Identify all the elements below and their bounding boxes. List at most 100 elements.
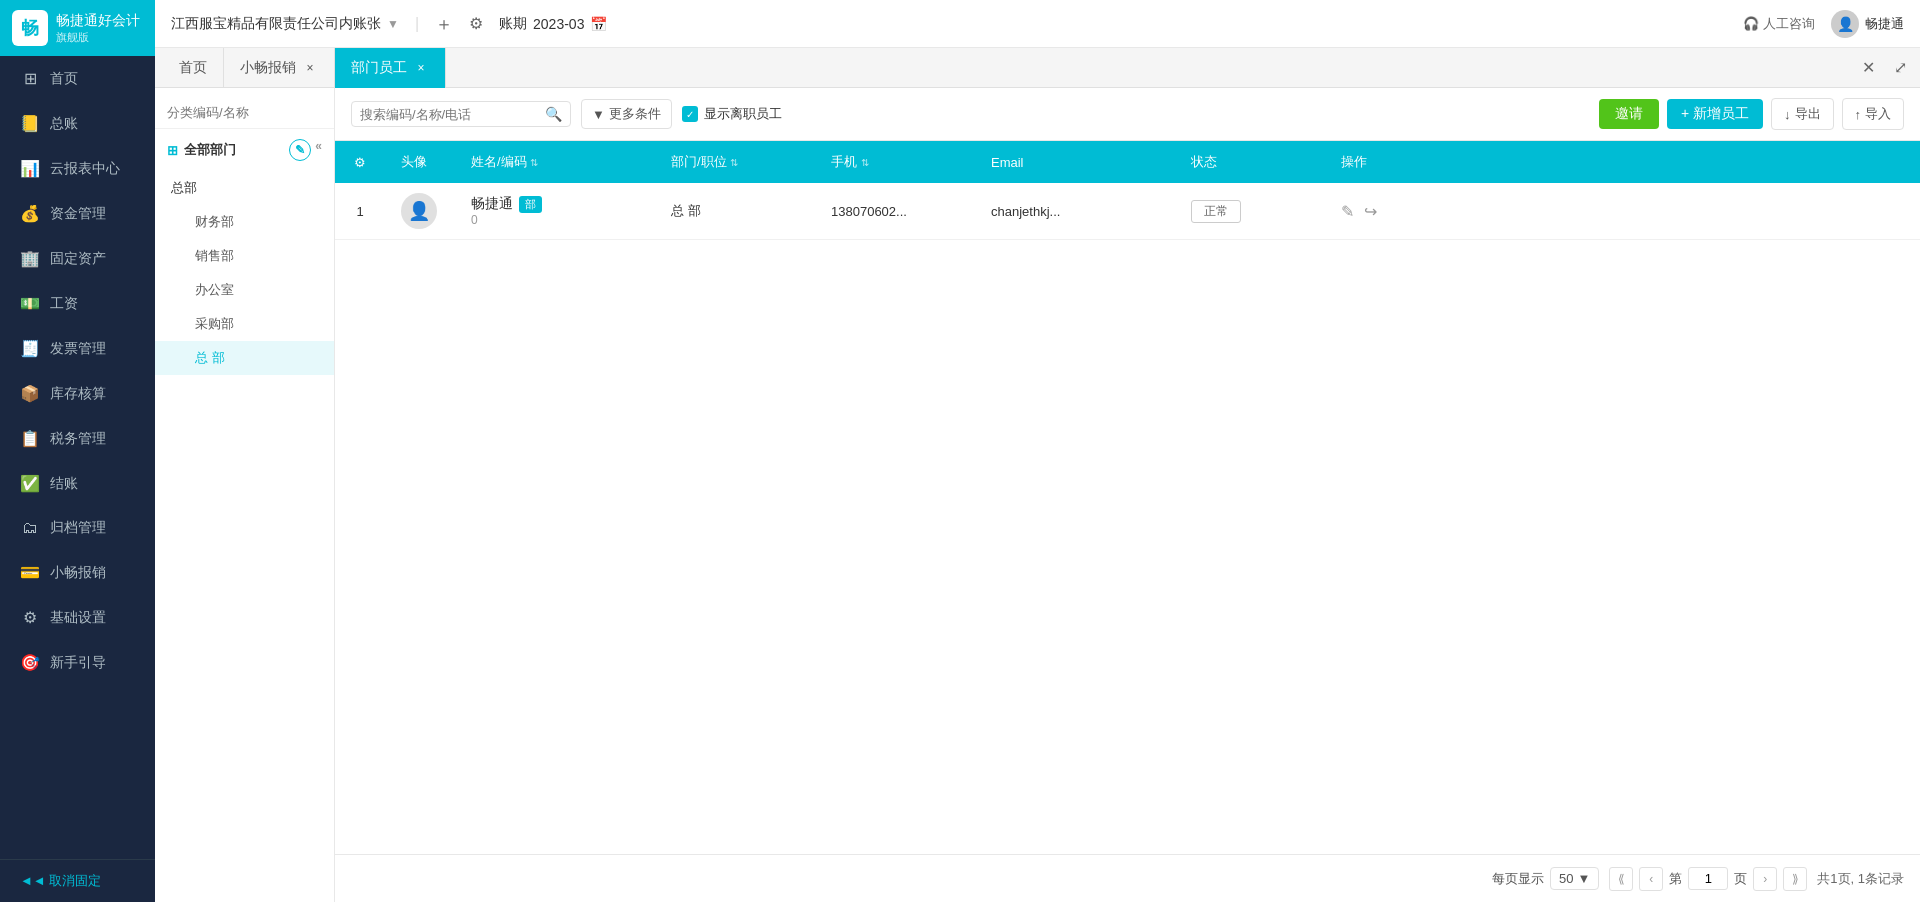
service-button[interactable]: 🎧 人工咨询 [1743, 15, 1815, 33]
name-sort-icon: ⇅ [530, 157, 538, 168]
employee-search-icon[interactable]: 🔍 [545, 106, 562, 122]
dept-edit-button[interactable]: ✎ [289, 139, 311, 161]
dept-item-general[interactable]: 总 部 [155, 341, 334, 375]
page-suffix: 页 [1734, 870, 1747, 888]
dept-collapse-button[interactable]: « [315, 139, 322, 161]
sidebar-nav: ⊞ 首页 📒 总账 📊 云报表中心 💰 资金管理 🏢 固定资产 💵 工资 🧾 发… [0, 56, 155, 859]
row-email: chanjethkj... [975, 183, 1175, 240]
dept-item-purchase[interactable]: 采购部 [155, 307, 334, 341]
sidebar-item-salary-label: 工资 [50, 295, 78, 313]
all-dept-header[interactable]: ⊞ 全部部门 ✎ « [155, 129, 334, 171]
show-resigned-checkbox[interactable]: ✓ [682, 106, 698, 122]
toolbar-right: 邀请 + 新增员工 ↓ 导出 ↑ 导入 [1599, 98, 1904, 130]
sidebar-item-tax-label: 税务管理 [50, 430, 106, 448]
dept-search-input[interactable] [167, 105, 335, 120]
page-input[interactable] [1688, 867, 1728, 890]
user-menu[interactable]: 👤 畅捷通 [1831, 10, 1904, 38]
logo-icon: 畅 [12, 10, 48, 46]
topbar-right: 🎧 人工咨询 👤 畅捷通 [1743, 10, 1904, 38]
more-filter-button[interactable]: ▼ 更多条件 [581, 99, 672, 129]
row-index: 1 [335, 183, 385, 240]
col-name[interactable]: 姓名/编码 ⇅ [455, 141, 655, 183]
first-page-button[interactable]: ⟪ [1609, 867, 1633, 891]
dept-item-finance[interactable]: 财务部 [155, 205, 334, 239]
sidebar-item-invoice[interactable]: 🧾 发票管理 [0, 326, 155, 371]
row-status: 正常 [1175, 183, 1325, 240]
col-dept[interactable]: 部门/职位 ⇅ [655, 141, 815, 183]
company-name: 江西服宝精品有限责任公司内账张 [171, 15, 381, 33]
username: 畅捷通 [1865, 15, 1904, 33]
sidebar-item-archive[interactable]: 🗂 归档管理 [0, 506, 155, 550]
tab-employees[interactable]: 部门员工 × [335, 48, 446, 88]
per-page-label: 每页显示 [1492, 870, 1544, 888]
dept-item-purchase-label: 采购部 [195, 315, 234, 333]
add-company-button[interactable]: ＋ [435, 12, 453, 36]
dept-item-sales[interactable]: 销售部 [155, 239, 334, 273]
settle-icon: ✅ [20, 474, 40, 493]
chevron-down-icon: ▼ [387, 17, 399, 31]
import-button[interactable]: ↑ 导入 [1842, 98, 1905, 130]
company-selector[interactable]: 江西服宝精品有限责任公司内账张 ▼ [171, 15, 399, 33]
tax-icon: 📋 [20, 429, 40, 448]
sidebar-item-capital[interactable]: 💰 资金管理 [0, 191, 155, 236]
last-page-button[interactable]: ⟫ [1783, 867, 1807, 891]
settings-button[interactable]: ⚙ [469, 14, 483, 33]
row-actions: ✎ ↪ [1325, 183, 1920, 240]
page-total: 共1页, 1条记录 [1817, 870, 1904, 888]
tab-close-all-button[interactable]: ✕ [1856, 56, 1880, 80]
edit-button[interactable]: ✎ [1341, 202, 1354, 221]
sidebar-item-xiaochang[interactable]: 💳 小畅报销 [0, 550, 155, 595]
sidebar-item-home-label: 首页 [50, 70, 78, 88]
all-dept-label: 全部部门 [184, 141, 236, 159]
tab-xiaochang-label: 小畅报销 [240, 59, 296, 77]
page-size-dropdown[interactable]: 50 ▼ [1550, 867, 1599, 890]
period-selector[interactable]: 账期 2023-03 📅 [499, 15, 607, 33]
sidebar-item-ledger[interactable]: 📒 总账 [0, 101, 155, 146]
sidebar-item-settings[interactable]: ⚙ 基础设置 [0, 595, 155, 640]
sidebar-item-reports[interactable]: 📊 云报表中心 [0, 146, 155, 191]
sidebar-item-assets[interactable]: 🏢 固定资产 [0, 236, 155, 281]
dept-panel: 🔍 ⊞ 全部部门 ✎ « 总部 财务部 [155, 88, 335, 902]
tab-xiaochang[interactable]: 小畅报销 × [224, 48, 335, 88]
status-badge: 正常 [1191, 200, 1241, 223]
sidebar-item-inventory[interactable]: 📦 库存核算 [0, 371, 155, 416]
tab-bar: 首页 小畅报销 × 部门员工 × ✕ ⤢ [155, 48, 1920, 88]
dept-item-root[interactable]: 总部 [155, 171, 334, 205]
sidebar-item-assets-label: 固定资产 [50, 250, 106, 268]
sidebar-item-guide[interactable]: 🎯 新手引导 [0, 640, 155, 685]
table-header-row: ⚙ 头像 姓名/编码 ⇅ 部门/职位 ⇅ 手机 [335, 141, 1920, 183]
invite-button[interactable]: 邀请 [1599, 99, 1659, 129]
export-button[interactable]: ↓ 导出 [1771, 98, 1834, 130]
tab-employees-close[interactable]: × [413, 60, 429, 76]
prev-page-button[interactable]: ‹ [1639, 867, 1663, 891]
assets-icon: 🏢 [20, 249, 40, 268]
col-phone[interactable]: 手机 ⇅ [815, 141, 975, 183]
next-page-button[interactable]: › [1753, 867, 1777, 891]
sidebar-item-salary[interactable]: 💵 工资 [0, 281, 155, 326]
employee-search-input[interactable] [360, 107, 539, 122]
tab-home[interactable]: 首页 [163, 48, 224, 88]
col-settings[interactable]: ⚙ [335, 141, 385, 183]
row-dept: 总 部 [655, 183, 815, 240]
employee-toolbar: 🔍 ▼ 更多条件 ✓ 显示离职员工 邀请 + 新增员工 ↓ 导出 [335, 88, 1920, 141]
invoice-icon: 🧾 [20, 339, 40, 358]
avatar-icon: 👤 [1837, 16, 1854, 32]
avatar-image: 👤 [401, 193, 437, 229]
dept-item-office[interactable]: 办公室 [155, 273, 334, 307]
capital-icon: 💰 [20, 204, 40, 223]
tab-xiaochang-close[interactable]: × [302, 60, 318, 76]
add-employee-button[interactable]: + 新增员工 [1667, 99, 1763, 129]
sidebar-item-tax[interactable]: 📋 税务管理 [0, 416, 155, 461]
archive-icon: 🗂 [20, 519, 40, 537]
show-resigned-label: 显示离职员工 [704, 105, 782, 123]
service-label: 人工咨询 [1763, 15, 1815, 33]
separator: | [415, 15, 419, 33]
sidebar-item-home[interactable]: ⊞ 首页 [0, 56, 155, 101]
logout-button[interactable]: ↪ [1364, 202, 1377, 221]
unpin-button[interactable]: ◄◄ 取消固定 [0, 859, 155, 902]
col-actions: 操作 [1325, 141, 1920, 183]
sidebar-item-settle[interactable]: ✅ 结账 [0, 461, 155, 506]
tab-home-label: 首页 [179, 59, 207, 77]
dept-search: 🔍 [155, 96, 334, 129]
tab-expand-button[interactable]: ⤢ [1888, 56, 1912, 80]
